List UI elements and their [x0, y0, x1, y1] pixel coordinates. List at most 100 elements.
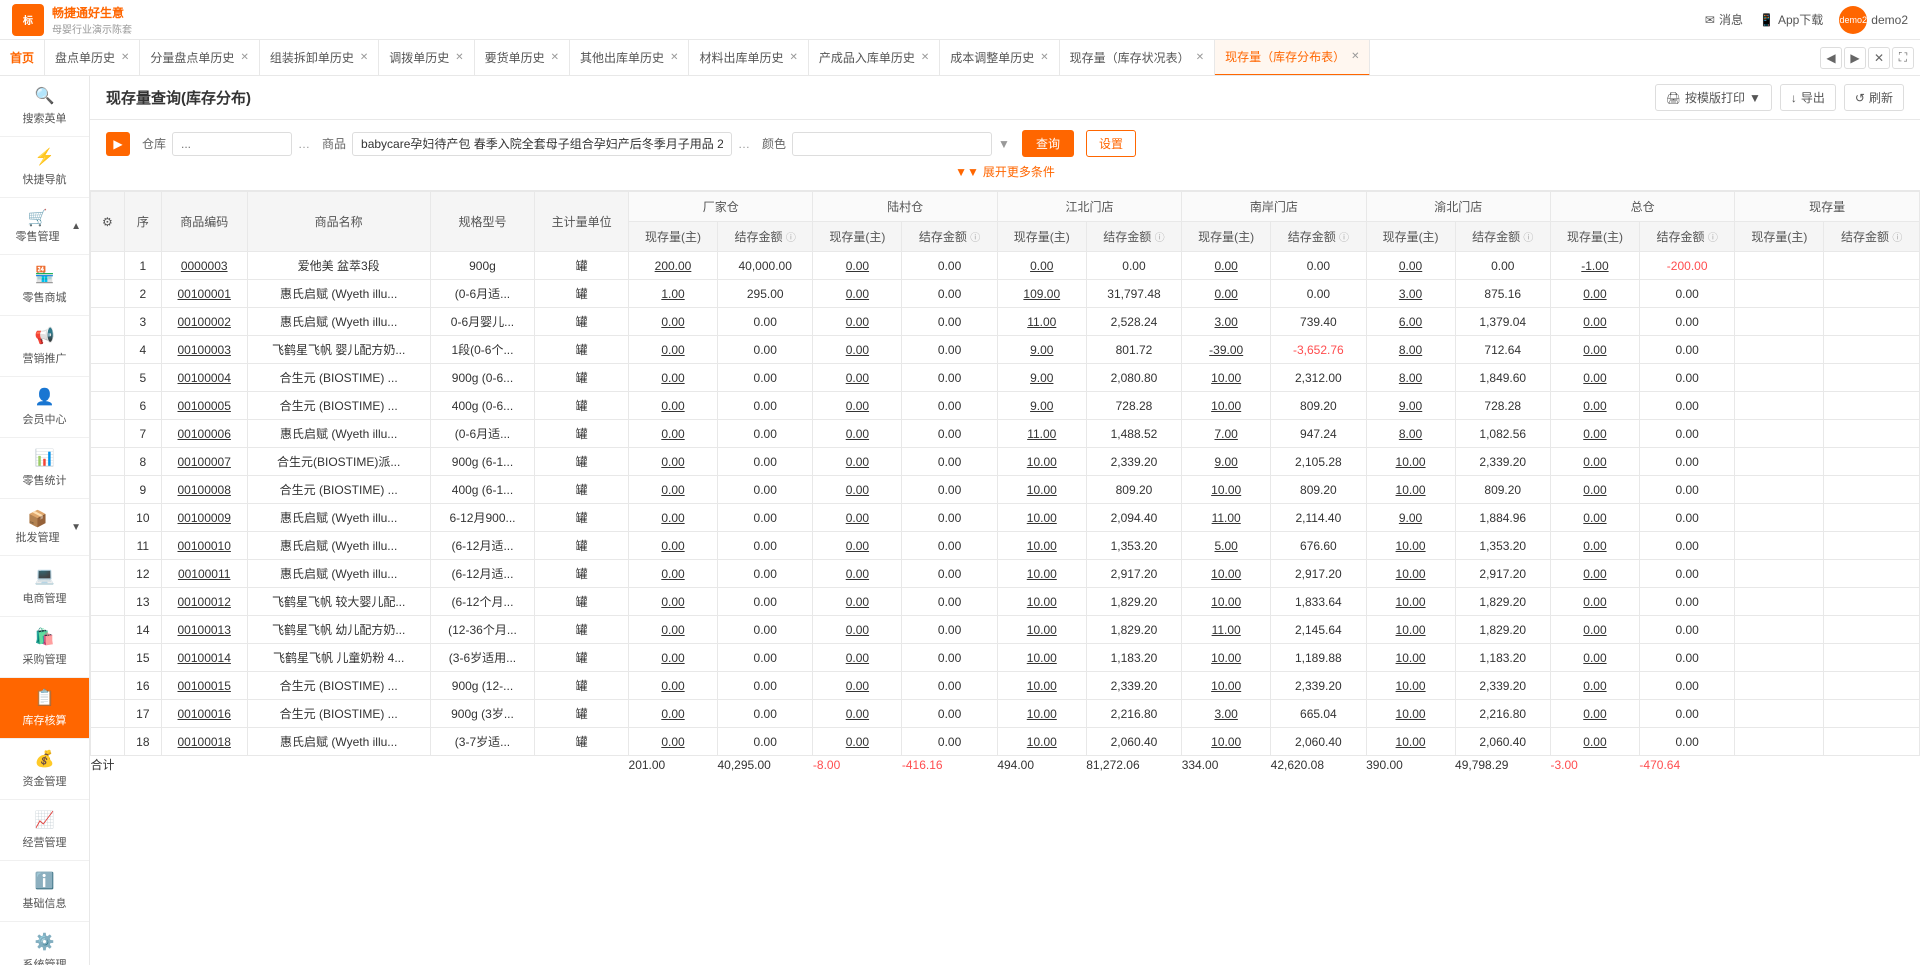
- row-code[interactable]: 00100005: [161, 392, 247, 420]
- sidebar-item-inventory[interactable]: 📋 库存核算: [0, 678, 89, 739]
- row-w5-qty[interactable]: 6.00: [1366, 308, 1455, 336]
- row-w2-qty[interactable]: 0.00: [813, 644, 902, 672]
- row-checkbox[interactable]: [91, 308, 125, 336]
- row-w1-qty[interactable]: 0.00: [629, 728, 718, 756]
- row-total-qty[interactable]: 0.00: [1550, 700, 1639, 728]
- row-w2-qty[interactable]: 0.00: [813, 532, 902, 560]
- row-w2-qty[interactable]: 0.00: [813, 308, 902, 336]
- tab-close-4[interactable]: ✕: [455, 52, 463, 63]
- query-btn[interactable]: 查询: [1022, 130, 1074, 157]
- row-w3-qty[interactable]: 0.00: [997, 252, 1086, 280]
- row-w3-qty[interactable]: 109.00: [997, 280, 1086, 308]
- row-total-qty[interactable]: 0.00: [1550, 616, 1639, 644]
- row-total-qty[interactable]: 0.00: [1550, 392, 1639, 420]
- tab-next[interactable]: ▶: [1844, 47, 1866, 69]
- row-code[interactable]: 00100007: [161, 448, 247, 476]
- row-w1-qty[interactable]: 0.00: [629, 644, 718, 672]
- row-w2-qty[interactable]: 0.00: [813, 728, 902, 756]
- sidebar-item-ecommerce[interactable]: 💻 电商管理: [0, 556, 89, 617]
- row-w1-qty[interactable]: 0.00: [629, 308, 718, 336]
- row-checkbox[interactable]: [91, 280, 125, 308]
- sidebar-item-stats[interactable]: 📊 零售统计: [0, 438, 89, 499]
- row-w3-qty[interactable]: 10.00: [997, 532, 1086, 560]
- row-w3-qty[interactable]: 10.00: [997, 700, 1086, 728]
- row-checkbox[interactable]: [91, 644, 125, 672]
- row-w4-qty[interactable]: 9.00: [1182, 448, 1271, 476]
- tab-stock-dist[interactable]: 现存量（库存分布表） ✕: [1215, 40, 1370, 76]
- row-checkbox[interactable]: [91, 252, 125, 280]
- export-btn[interactable]: ↓ 导出: [1780, 84, 1836, 111]
- row-total-qty[interactable]: 0.00: [1550, 588, 1639, 616]
- row-w2-qty[interactable]: 0.00: [813, 364, 902, 392]
- row-w5-qty[interactable]: 10.00: [1366, 616, 1455, 644]
- row-w3-qty[interactable]: 10.00: [997, 476, 1086, 504]
- row-code[interactable]: 00100004: [161, 364, 247, 392]
- row-total-qty[interactable]: 0.00: [1550, 308, 1639, 336]
- message-btn[interactable]: ✉ 消息: [1705, 11, 1743, 28]
- row-w4-qty[interactable]: 10.00: [1182, 392, 1271, 420]
- goods-more-icon[interactable]: …: [738, 137, 750, 151]
- tab-home[interactable]: 首页: [0, 40, 45, 76]
- row-w5-qty[interactable]: 9.00: [1366, 392, 1455, 420]
- row-total-qty[interactable]: 0.00: [1550, 336, 1639, 364]
- row-w3-qty[interactable]: 9.00: [997, 392, 1086, 420]
- row-w4-qty[interactable]: 0.00: [1182, 252, 1271, 280]
- sidebar-item-base[interactable]: ℹ️ 基础信息: [0, 861, 89, 922]
- app-download-btn[interactable]: 📱 App下载: [1759, 11, 1823, 28]
- tab-close-10[interactable]: ✕: [1196, 52, 1204, 63]
- row-total-qty[interactable]: 0.00: [1550, 420, 1639, 448]
- row-w1-qty[interactable]: 0.00: [629, 336, 718, 364]
- tab-close-3[interactable]: ✕: [360, 52, 368, 63]
- sidebar-item-management[interactable]: 📈 经营管理: [0, 800, 89, 861]
- row-checkbox[interactable]: [91, 504, 125, 532]
- row-code[interactable]: 00100013: [161, 616, 247, 644]
- row-w2-qty[interactable]: 0.00: [813, 700, 902, 728]
- row-w2-qty[interactable]: 0.00: [813, 504, 902, 532]
- color-dropdown-icon[interactable]: ▼: [998, 137, 1010, 151]
- row-code[interactable]: 00100018: [161, 728, 247, 756]
- row-w4-qty[interactable]: -39.00: [1182, 336, 1271, 364]
- row-w3-qty[interactable]: 10.00: [997, 448, 1086, 476]
- row-w2-qty[interactable]: 0.00: [813, 280, 902, 308]
- row-w2-qty[interactable]: 0.00: [813, 336, 902, 364]
- row-w1-qty[interactable]: 0.00: [629, 700, 718, 728]
- row-w5-qty[interactable]: 10.00: [1366, 588, 1455, 616]
- row-total-qty[interactable]: 0.00: [1550, 644, 1639, 672]
- tab-material-out[interactable]: 材料出库单历史 ✕: [689, 40, 808, 76]
- row-w4-qty[interactable]: 10.00: [1182, 364, 1271, 392]
- row-w3-qty[interactable]: 10.00: [997, 672, 1086, 700]
- tab-stock-status[interactable]: 现存量（库存状况表） ✕: [1060, 40, 1215, 76]
- info-icon-5[interactable]: ⓘ: [1523, 233, 1533, 244]
- row-checkbox[interactable]: [91, 588, 125, 616]
- row-w3-qty[interactable]: 10.00: [997, 728, 1086, 756]
- row-w2-qty[interactable]: 0.00: [813, 672, 902, 700]
- sidebar-item-member[interactable]: 👤 会员中心: [0, 377, 89, 438]
- row-w4-qty[interactable]: 10.00: [1182, 476, 1271, 504]
- row-checkbox[interactable]: [91, 336, 125, 364]
- row-w4-qty[interactable]: 10.00: [1182, 672, 1271, 700]
- row-checkbox[interactable]: [91, 448, 125, 476]
- row-w5-qty[interactable]: 8.00: [1366, 336, 1455, 364]
- row-w1-qty[interactable]: 0.00: [629, 392, 718, 420]
- row-w2-qty[interactable]: 0.00: [813, 448, 902, 476]
- row-w4-qty[interactable]: 11.00: [1182, 616, 1271, 644]
- row-w1-qty[interactable]: 0.00: [629, 532, 718, 560]
- row-w4-qty[interactable]: 11.00: [1182, 504, 1271, 532]
- tab-prev[interactable]: ◀: [1820, 47, 1842, 69]
- row-code[interactable]: 00100010: [161, 532, 247, 560]
- print-btn[interactable]: 🖨 按模版打印 ▼: [1655, 84, 1772, 111]
- row-code[interactable]: 00100016: [161, 700, 247, 728]
- filter-expand-btn[interactable]: ▶: [106, 132, 130, 156]
- row-total-qty[interactable]: 0.00: [1550, 672, 1639, 700]
- info-icon-3[interactable]: ⓘ: [1155, 233, 1165, 244]
- row-w5-qty[interactable]: 0.00: [1366, 252, 1455, 280]
- row-w4-qty[interactable]: 3.00: [1182, 700, 1271, 728]
- row-w3-qty[interactable]: 10.00: [997, 504, 1086, 532]
- row-w4-qty[interactable]: 0.00: [1182, 280, 1271, 308]
- row-w3-qty[interactable]: 10.00: [997, 644, 1086, 672]
- row-w4-qty[interactable]: 7.00: [1182, 420, 1271, 448]
- row-w4-qty[interactable]: 3.00: [1182, 308, 1271, 336]
- row-checkbox[interactable]: [91, 392, 125, 420]
- row-w2-qty[interactable]: 0.00: [813, 560, 902, 588]
- row-total-qty[interactable]: 0.00: [1550, 448, 1639, 476]
